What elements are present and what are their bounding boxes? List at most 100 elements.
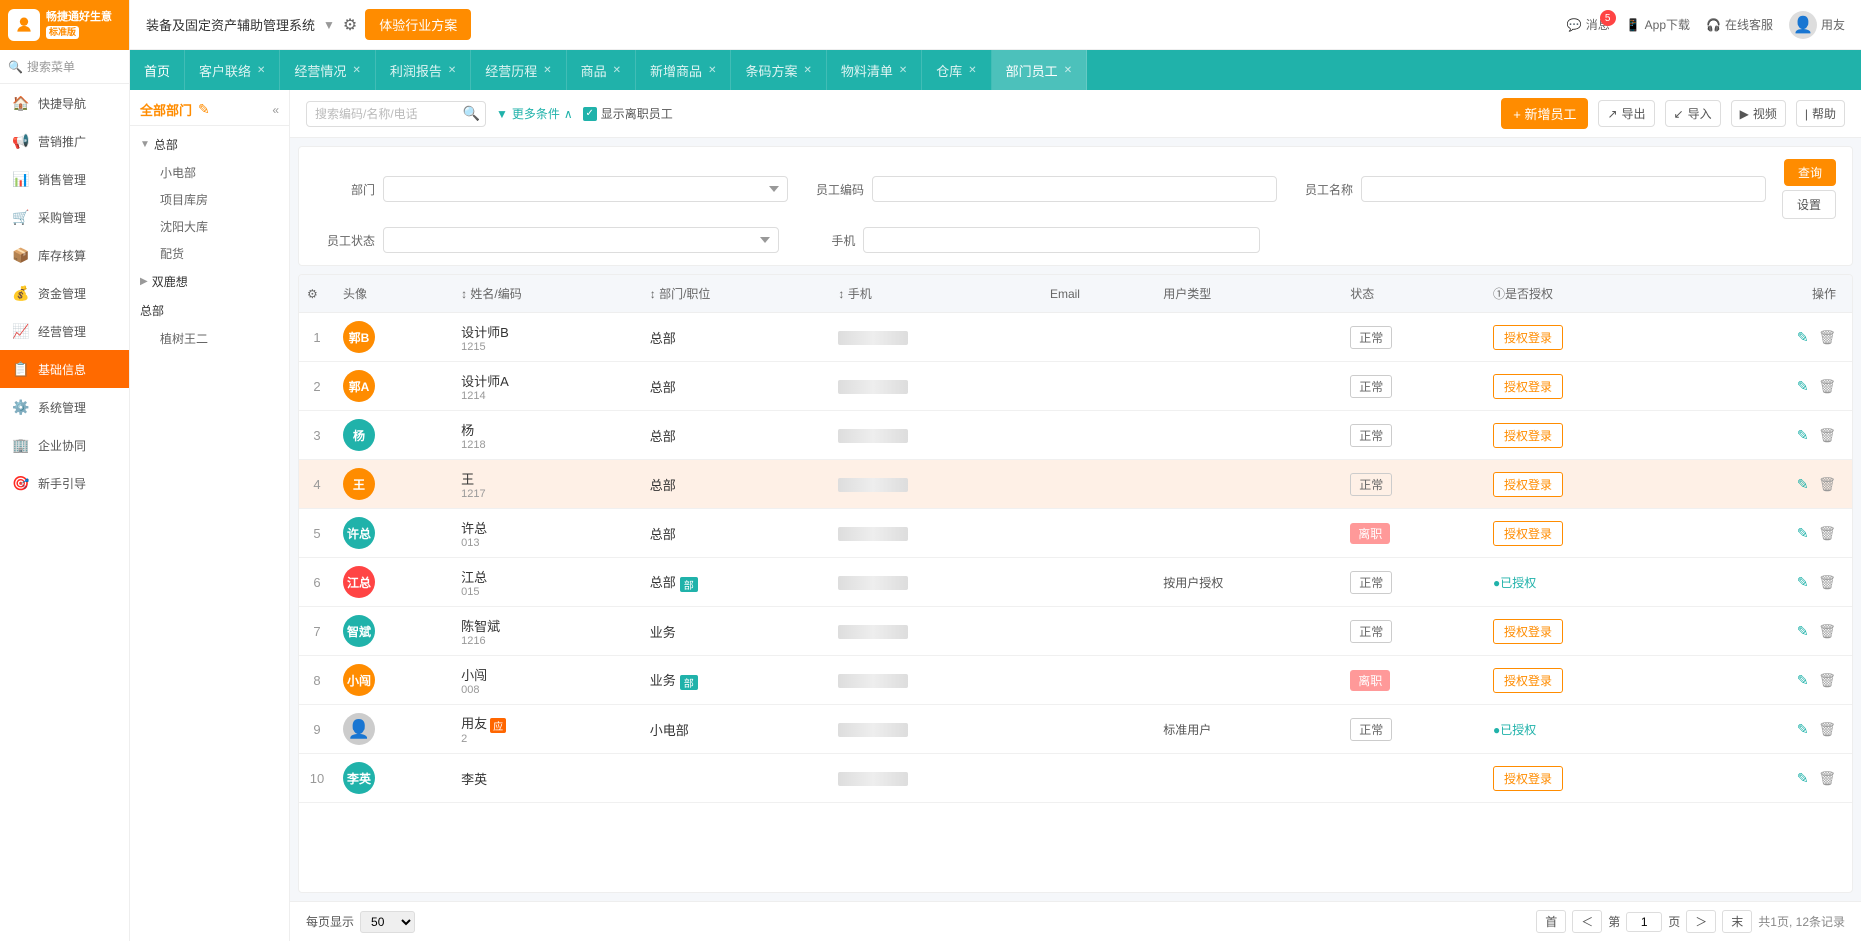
search-input[interactable] [306,101,486,127]
status-filter-select[interactable] [383,227,779,253]
sidebar-item-guide[interactable]: 🎯 新手引导 [0,464,129,502]
delete-icon[interactable]: 🗑 [1818,574,1836,590]
auth-button[interactable]: 授权登录 [1493,472,1563,497]
col-settings[interactable]: ⚙ [299,275,335,313]
sidebar-item-quick-nav[interactable]: 🏠 快捷导航 [0,84,129,122]
auth-button[interactable]: 授权登录 [1493,521,1563,546]
reset-button[interactable]: 设置 [1782,190,1836,219]
col-name-code[interactable]: ↕ 姓名/编码 [453,275,642,313]
auth-button[interactable]: 授权登录 [1493,325,1563,350]
edit-icon[interactable]: ✎ [1797,672,1809,688]
tab-home[interactable]: 首页 [130,50,185,90]
delete-icon[interactable]: 🗑 [1818,770,1836,786]
tab-customer-close[interactable]: ✕ [257,65,265,76]
delete-icon[interactable]: 🗑 [1818,721,1836,737]
delete-icon[interactable]: 🗑 [1818,427,1836,443]
tab-goods-close[interactable]: ✕ [613,65,621,76]
view-button[interactable]: ▶ 视频 [1731,100,1786,127]
dept-tree-item-hq[interactable]: 总部 [130,296,289,325]
dept-tree-item-double-dream[interactable]: ▶ 双鹿想 [130,267,289,296]
dept-tree-item-project-warehouse[interactable]: 项目库房 [130,186,289,213]
tab-materials-close[interactable]: ✕ [899,65,907,76]
edit-icon[interactable]: ✎ [1797,329,1809,345]
tab-warehouse-close[interactable]: ✕ [968,65,976,76]
delete-icon[interactable]: 🗑 [1818,623,1836,639]
tab-barcode[interactable]: 条码方案 ✕ [731,50,826,90]
edit-icon[interactable]: ✎ [1797,721,1809,737]
emp-code-input[interactable] [872,176,1277,202]
sidebar-item-marketing[interactable]: 📢 营销推广 [0,122,129,160]
auth-button[interactable]: 授权登录 [1493,619,1563,644]
tab-business-history[interactable]: 经营历程 ✕ [471,50,566,90]
sidebar-item-purchase[interactable]: 🛒 采购管理 [0,198,129,236]
prev-page-button[interactable]: ＜ [1572,910,1602,933]
tab-profit-close[interactable]: ✕ [448,65,456,76]
add-employee-button[interactable]: + 新增员工 [1501,98,1588,129]
sidebar-search-item[interactable]: 🔍 搜索菜单 [0,50,129,84]
sidebar-item-inventory[interactable]: 📦 库存核算 [0,236,129,274]
export-button[interactable]: ↗ 导出 [1598,100,1654,127]
col-phone[interactable]: ↕ 手机 [830,275,1042,313]
edit-icon[interactable]: ✎ [1797,574,1809,590]
auth-button[interactable]: 授权登录 [1493,423,1563,448]
sidebar-item-enterprise[interactable]: 🏢 企业协同 [0,426,129,464]
tab-customer[interactable]: 客户联络 ✕ [185,50,280,90]
topbar-user[interactable]: 👤 用友 [1789,11,1845,39]
topbar-dropdown-arrow[interactable]: ▼ [323,18,335,32]
auth-button[interactable]: 授权登录 [1493,374,1563,399]
delete-icon[interactable]: 🗑 [1818,378,1836,394]
delete-icon[interactable]: 🗑 [1818,329,1836,345]
emp-name-input[interactable] [1361,176,1766,202]
tab-business-history-close[interactable]: ✕ [543,65,551,76]
first-page-button[interactable]: 首 [1536,910,1566,933]
page-input[interactable] [1626,912,1662,932]
edit-icon[interactable]: ✎ [1797,623,1809,639]
tab-new-goods[interactable]: 新增商品 ✕ [636,50,731,90]
dept-tree-item-shenyang[interactable]: 沈阳大库 [130,213,289,240]
dept-tree-item-plant-king[interactable]: 植树王二 [130,325,289,352]
tab-barcode-close[interactable]: ✕ [803,65,811,76]
topbar-settings-icon[interactable]: ⚙ [343,15,357,35]
trial-button[interactable]: 体验行业方案 [365,9,471,40]
sidebar-item-sales[interactable]: 📊 销售管理 [0,160,129,198]
dept-filter-select[interactable] [383,176,788,202]
dept-tree-item-small-electronics[interactable]: 小电部 [130,159,289,186]
edit-icon[interactable]: ✎ [1797,525,1809,541]
topbar-online-service[interactable]: 🎧 在线客服 [1706,16,1773,33]
edit-icon[interactable]: ✎ [1797,427,1809,443]
page-size-select[interactable]: 50 100 200 [360,911,415,933]
tab-dept-staff-close[interactable]: ✕ [1064,65,1072,76]
tab-goods[interactable]: 商品 ✕ [567,50,636,90]
tab-dept-staff[interactable]: 部门员工 ✕ [992,50,1087,90]
next-page-button[interactable]: ＞ [1686,910,1716,933]
auth-button[interactable]: 授权登录 [1493,668,1563,693]
sidebar-item-system[interactable]: ⚙️ 系统管理 [0,388,129,426]
edit-icon[interactable]: ✎ [1797,476,1809,492]
auth-button[interactable]: 授权登录 [1493,766,1563,791]
tab-new-goods-close[interactable]: ✕ [708,65,716,76]
sidebar-item-finance[interactable]: 💰 资金管理 [0,274,129,312]
col-dept-position[interactable]: ↕ 部门/职位 [642,275,831,313]
tab-materials[interactable]: 物料清单 ✕ [827,50,922,90]
dept-tree-item-general[interactable]: ▼ 总部 [130,130,289,159]
delete-icon[interactable]: 🗑 [1818,672,1836,688]
dept-tree-item-distribution[interactable]: 配货 [130,240,289,267]
tab-profit[interactable]: 利润报告 ✕ [376,50,471,90]
help-button[interactable]: | 帮助 [1796,100,1845,127]
last-page-button[interactable]: 末 [1722,910,1752,933]
topbar-app-download[interactable]: 📱 App下载 [1626,16,1690,33]
edit-icon[interactable]: ✎ [1797,770,1809,786]
delete-icon[interactable]: 🗑 [1818,525,1836,541]
dept-collapse-icon[interactable]: « [272,103,279,117]
topbar-message[interactable]: 💬 消息 5 [1567,16,1610,33]
show-resigned-checkbox[interactable]: ✓ 显示离职员工 [583,105,673,122]
dept-edit-icon[interactable]: ✎ [198,101,210,118]
tab-business-status-close[interactable]: ✕ [352,65,360,76]
sidebar-item-basic[interactable]: 📋 基础信息 [0,350,129,388]
import-button[interactable]: ↙ 导入 [1665,100,1721,127]
tab-warehouse[interactable]: 仓库 ✕ [922,50,991,90]
sidebar-item-operations[interactable]: 📈 经营管理 [0,312,129,350]
tab-business-status[interactable]: 经营情况 ✕ [280,50,375,90]
edit-icon[interactable]: ✎ [1797,378,1809,394]
query-button[interactable]: 查询 [1784,159,1836,186]
